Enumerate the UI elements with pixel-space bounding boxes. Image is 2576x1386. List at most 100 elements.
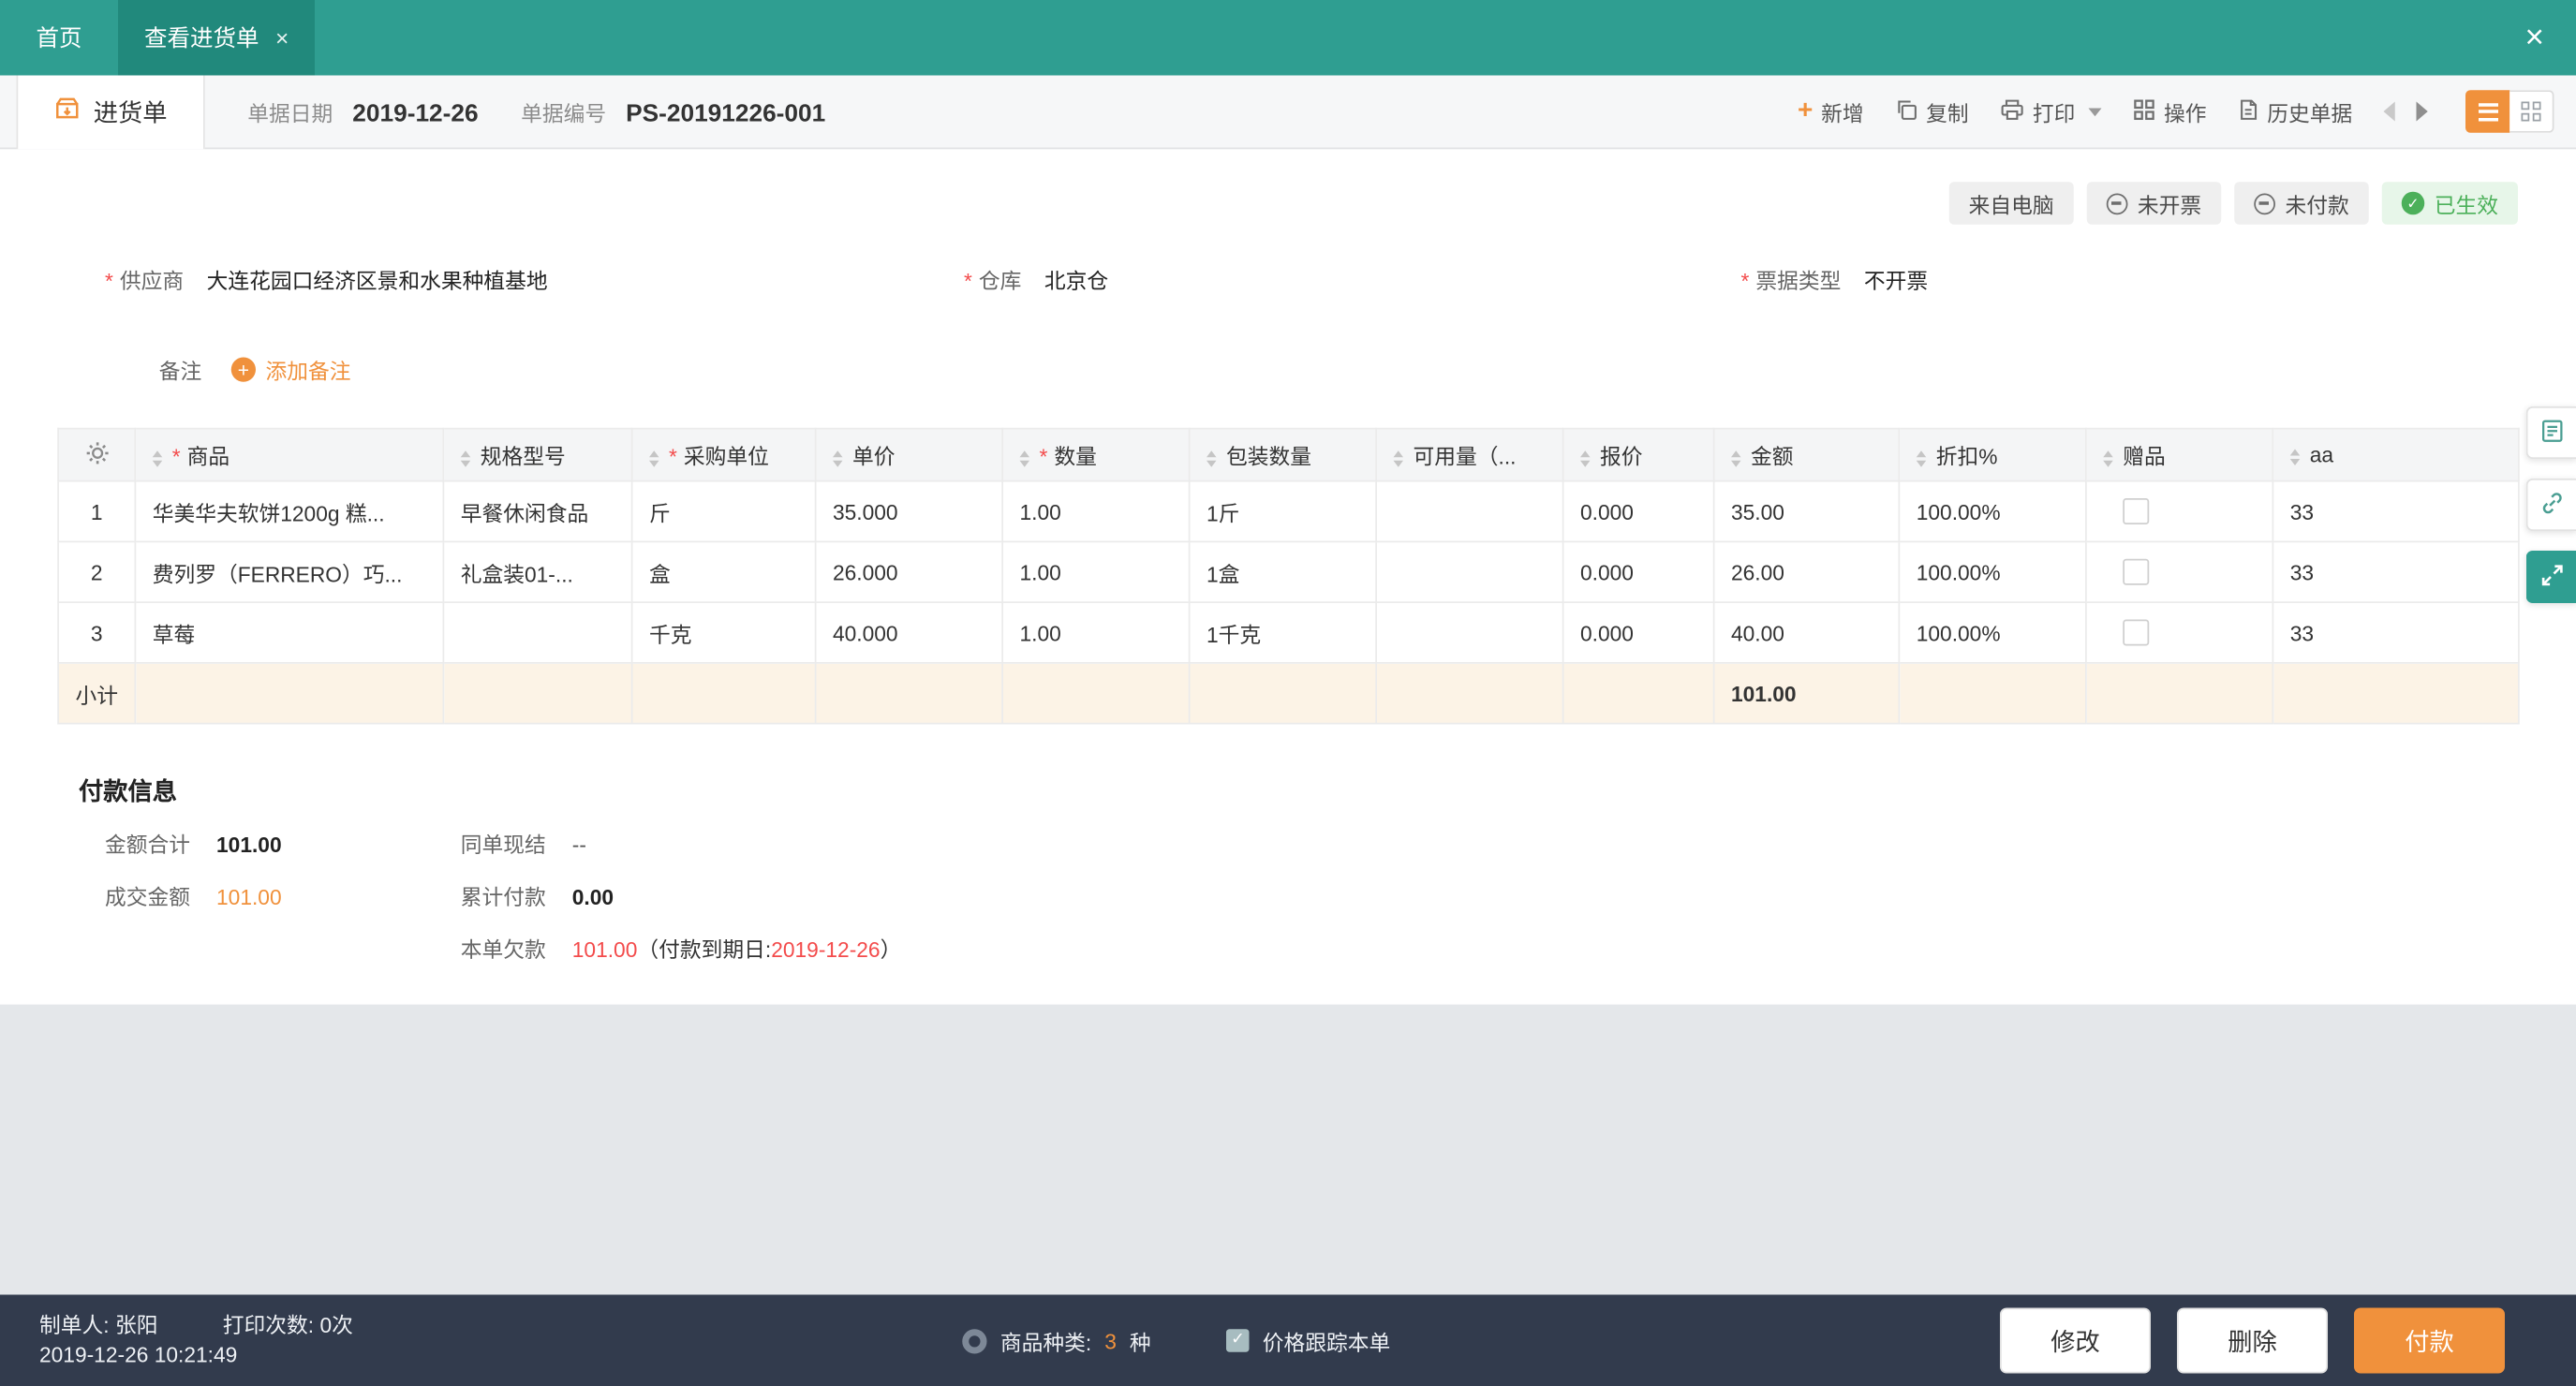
fullscreen-icon — [2539, 561, 2566, 592]
tab-home[interactable]: 首页 — [0, 0, 118, 76]
badge-not-invoiced-label: 未开票 — [2137, 192, 2202, 217]
warehouse-field: * 仓库 北京仓 — [964, 264, 1741, 295]
sort-icon[interactable] — [1916, 450, 1927, 466]
print-button[interactable]: 打印 — [2000, 96, 2102, 126]
col-header-aa[interactable]: aa — [2272, 427, 2520, 482]
gift-checkbox[interactable] — [2123, 559, 2150, 586]
column-settings-button[interactable] — [57, 427, 137, 482]
prev-arrow-icon[interactable] — [2383, 101, 2395, 122]
modify-button[interactable]: 修改 — [1999, 1307, 2151, 1374]
plus-icon: + — [1798, 96, 1814, 125]
required-marker: * — [964, 269, 972, 294]
add-remark-button[interactable]: + 添加备注 — [230, 354, 351, 385]
cell-unit: 盒 — [630, 540, 817, 603]
col-header-amount[interactable]: 金额 — [1712, 427, 1901, 482]
cell-amount: 40.00 — [1712, 601, 1901, 664]
badge-unpaid-label: 未付款 — [2285, 192, 2349, 217]
owed-value: 101.00 — [571, 937, 638, 963]
add-button[interactable]: + 新增 — [1798, 96, 1864, 126]
operate-button[interactable]: 操作 — [2133, 96, 2206, 126]
col-header-qty[interactable]: * 数量 — [1001, 427, 1191, 482]
category-count: 3 — [1104, 1328, 1117, 1353]
sort-icon[interactable] — [2289, 448, 2301, 465]
warehouse-label: 仓库 — [978, 269, 1022, 294]
badge-effective: ✓ 已生效 — [2381, 182, 2518, 225]
delete-button[interactable]: 删除 — [2176, 1307, 2328, 1374]
sort-icon[interactable] — [1019, 450, 1029, 466]
col-header-quote[interactable]: 报价 — [1562, 427, 1715, 482]
sort-icon[interactable] — [649, 450, 659, 466]
sort-icon[interactable] — [833, 450, 843, 466]
minus-circle-icon — [2254, 192, 2275, 214]
cell-discount: 100.00% — [1898, 479, 2087, 543]
cell-price: 40.000 — [814, 601, 1003, 664]
cell-discount: 100.00% — [1898, 601, 2087, 664]
footer-meta: 制单人: 张阳 打印次数: 0次 2019-12-26 10:21:49 — [39, 1311, 353, 1370]
cell-gift — [2085, 540, 2274, 603]
plus-circle-icon: + — [230, 357, 257, 382]
history-button[interactable]: 历史单据 — [2238, 96, 2353, 126]
printer-icon — [2000, 97, 2024, 125]
payment-info-title: 付款信息 — [79, 778, 178, 806]
window-close-icon[interactable]: × — [2493, 0, 2576, 76]
gift-checkbox[interactable] — [2123, 498, 2150, 525]
form-icon — [2539, 417, 2566, 448]
doc-tab-purchase-order[interactable]: 进货单 — [16, 74, 205, 149]
cash-settle-field: 同单现结 -- — [461, 830, 586, 861]
card-view-toggle[interactable] — [2509, 90, 2554, 133]
cell-product: 草莓 — [134, 601, 445, 664]
sort-icon[interactable] — [2103, 450, 2113, 466]
sort-icon[interactable] — [152, 450, 163, 466]
sort-icon[interactable] — [1731, 450, 1741, 466]
footer-buttons: 修改 删除 付款 — [1999, 1307, 2505, 1374]
paid-total-label: 累计付款 — [460, 885, 546, 910]
bill-type-value: 不开票 — [1863, 269, 1929, 294]
subtotal-row: 小计 101.00 — [57, 662, 2520, 725]
col-header-gift[interactable]: 赠品 — [2085, 427, 2274, 482]
col-header-unit[interactable]: * 采购单位 — [630, 427, 817, 482]
sort-icon[interactable] — [460, 450, 471, 466]
required-marker: * — [105, 269, 113, 294]
deal-amount-value: 101.00 — [216, 885, 282, 910]
print-dropdown-caret-icon[interactable] — [2088, 107, 2102, 116]
price-track-checkbox[interactable]: ✓ — [1226, 1329, 1250, 1352]
cell-pkg-qty: 1盒 — [1188, 540, 1377, 603]
cell-pkg-qty: 1千克 — [1188, 601, 1377, 664]
col-header-pkg-qty[interactable]: 包装数量 — [1188, 427, 1377, 482]
gift-checkbox[interactable] — [2123, 619, 2150, 646]
bill-type-label: 票据类型 — [1755, 269, 1842, 294]
col-qty-label: 数量 — [1054, 444, 1097, 469]
sort-icon[interactable] — [1207, 450, 1217, 466]
purchase-order-icon — [54, 96, 81, 128]
col-header-discount[interactable]: 折扣% — [1898, 427, 2087, 482]
creator-label: 制单人: — [39, 1312, 110, 1337]
list-view-toggle[interactable] — [2465, 90, 2510, 133]
toolbar: 进货单 单据日期 2019-12-26 单据编号 PS-20191226-001… — [0, 74, 2576, 150]
order-detail-panel: 来自电脑 未开票 未付款 ✓ 已生效 * 供应商 大连花园口经济区景和水果种植基… — [0, 149, 2576, 1005]
copy-button[interactable]: 复制 — [1895, 96, 1969, 126]
col-header-available[interactable]: 可用量（... — [1375, 427, 1564, 482]
sort-icon[interactable] — [1580, 450, 1591, 466]
copy-icon — [1895, 97, 1918, 125]
next-arrow-icon[interactable] — [2416, 101, 2428, 122]
col-gift-label: 赠品 — [2123, 444, 2166, 469]
tab-view-purchase-order-label: 查看进货单 — [144, 24, 259, 52]
col-header-spec[interactable]: 规格型号 — [442, 427, 633, 482]
col-header-price[interactable]: 单价 — [814, 427, 1003, 482]
payment-row: 本单欠款 101.00 （付款到期日: 2019-12-26 ） — [79, 935, 2576, 966]
form-settings-button[interactable] — [2525, 406, 2576, 459]
row-number: 1 — [57, 479, 137, 543]
cell-unit: 千克 — [630, 601, 817, 664]
tab-view-purchase-order[interactable]: 查看进货单 × — [118, 0, 316, 76]
print-count-value: 0次 — [319, 1312, 353, 1337]
pay-button[interactable]: 付款 — [2353, 1307, 2505, 1374]
history-button-label: 历史单据 — [2267, 100, 2353, 125]
sort-icon[interactable] — [1393, 450, 1403, 466]
fullscreen-button[interactable] — [2525, 551, 2576, 603]
link-button[interactable] — [2525, 479, 2576, 531]
row-number: 3 — [57, 601, 137, 664]
tab-close-icon[interactable]: × — [275, 24, 289, 51]
cell-aa: 33 — [2272, 479, 2520, 543]
col-product-label: 商品 — [186, 444, 230, 469]
col-header-product[interactable]: * 商品 — [134, 427, 445, 482]
